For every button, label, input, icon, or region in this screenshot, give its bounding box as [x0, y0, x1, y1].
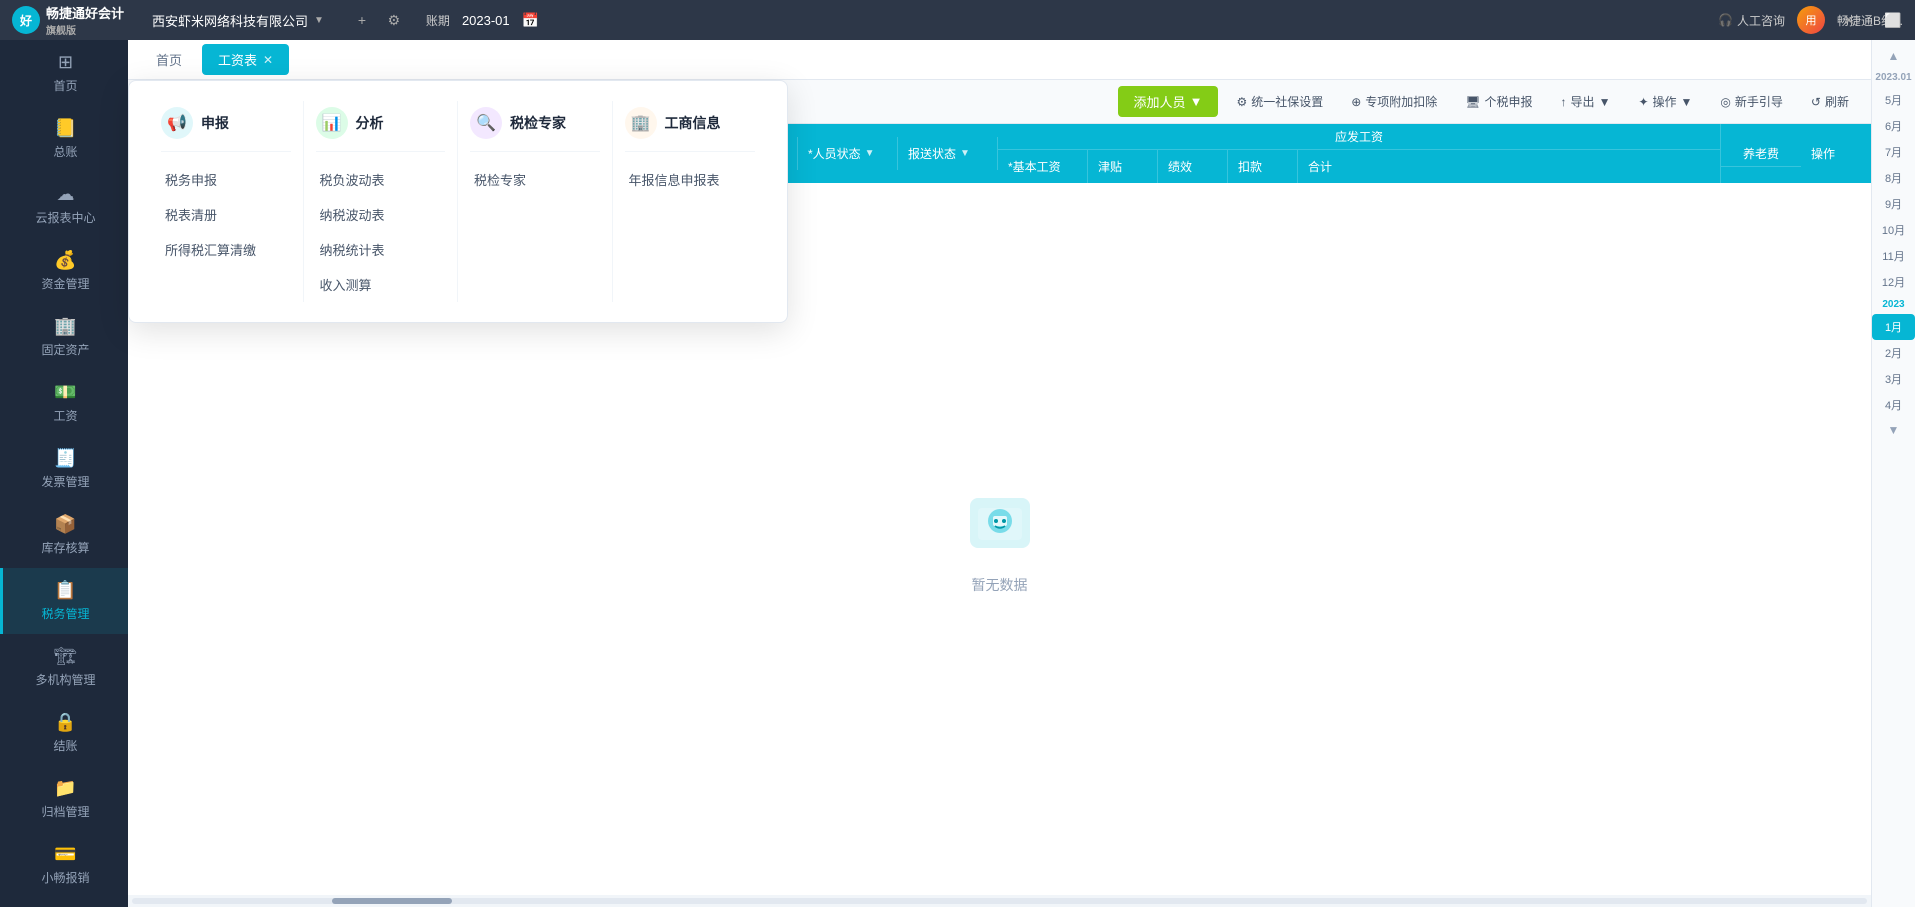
period-value: 2023-01: [462, 13, 510, 28]
tax-stat-item[interactable]: 纳税统计表: [316, 232, 446, 267]
tax-flow-item[interactable]: 纳税波动表: [316, 197, 446, 232]
home-icon: ⊞: [58, 52, 73, 73]
service-button[interactable]: 🎧 人工咨询: [1718, 12, 1785, 29]
app-version: 旗舰版: [46, 22, 124, 37]
ledger-icon: 📒: [54, 118, 76, 139]
analysis-section-title: 分析: [356, 113, 384, 133]
company-selector[interactable]: 西安虾米网络科技有限公司 ▼: [144, 7, 332, 34]
analysis-section-icon: 📊: [316, 107, 348, 139]
section-header-tax-expert: 🔍 税检专家: [470, 101, 600, 152]
sidebar-item-marketing-label: 小畅报销: [41, 869, 89, 886]
tax-form-item[interactable]: 税表清册: [161, 197, 291, 232]
sidebar-item-invoice-label: 发票管理: [41, 473, 89, 490]
sidebar-item-close-label: 结账: [53, 737, 77, 754]
sidebar-item-assets[interactable]: 🏢 固定资产: [0, 304, 128, 370]
sidebar-item-ledger-label: 总账: [53, 143, 77, 160]
tax-wave-item[interactable]: 税负波动表: [316, 162, 446, 197]
user-avatar[interactable]: 用: [1797, 6, 1825, 34]
sidebar-item-salary[interactable]: 💵 工资: [0, 370, 128, 436]
tax-expert-section-icon: 🔍: [470, 107, 502, 139]
sidebar-item-marketing[interactable]: 💳 小畅报销: [0, 832, 128, 898]
sidebar-item-tax[interactable]: 📋 税务管理: [0, 568, 128, 634]
sidebar-item-multi-label: 多机构管理: [35, 671, 95, 688]
sidebar-item-fund-label: 资金管理: [41, 275, 89, 292]
sidebar-item-archive-label: 归档管理: [41, 803, 89, 820]
logo-area: 好 畅捷通好会计 旗舰版: [12, 3, 132, 37]
business-section-title: 工商信息: [665, 113, 721, 133]
assets-icon: 🏢: [54, 316, 76, 337]
section-header-business: 🏢 工商信息: [625, 101, 756, 152]
sidebar-item-archive[interactable]: 📁 归档管理: [0, 766, 128, 832]
sidebar-item-tax-label: 税务管理: [41, 605, 89, 622]
sidebar-item-salary-label: 工资: [53, 407, 77, 424]
dropdown-section-report: 📢 申报 税务申报 税表清册 所得税汇算清缴: [149, 101, 304, 302]
maximize-button[interactable]: ⬜: [1871, 0, 1915, 40]
income-calc-item[interactable]: 收入测算: [316, 267, 446, 302]
sidebar-item-ledger[interactable]: 📒 总账: [0, 106, 128, 172]
inventory-icon: 📦: [54, 514, 76, 535]
section-header-analysis: 📊 分析: [316, 101, 446, 152]
salary-icon: 💵: [54, 382, 76, 403]
headset-icon: 🎧: [1718, 13, 1733, 27]
annual-report-item[interactable]: 年报信息申报表: [625, 162, 756, 197]
tax-icon: 📋: [54, 580, 76, 601]
sidebar-item-assets-label: 固定资产: [41, 341, 89, 358]
sidebar-item-basic[interactable]: ⚙ 基础设置: [0, 898, 128, 907]
sidebar-item-multi[interactable]: 🏗 多机构管理: [0, 634, 128, 700]
sidebar-item-home-label: 首页: [53, 77, 77, 94]
report-section-title: 申报: [201, 113, 229, 133]
sidebar-item-cloud[interactable]: ☁ 云报表中心: [0, 172, 128, 238]
sidebar-item-fund[interactable]: 💰 资金管理: [0, 238, 128, 304]
sidebar-item-inventory-label: 库存核算: [41, 539, 89, 556]
app-title: 畅捷通好会计: [46, 3, 124, 22]
sidebar-item-inventory[interactable]: 📦 库存核算: [0, 502, 128, 568]
fund-icon: 💰: [54, 250, 76, 271]
cloud-icon: ☁: [57, 184, 75, 205]
settings-icon[interactable]: ⚙: [382, 8, 406, 32]
company-name: 西安虾米网络科技有限公司: [152, 11, 308, 30]
multi-icon: 🏗: [54, 646, 77, 667]
add-company-icon[interactable]: +: [350, 8, 374, 32]
tax-expert-section-title: 税检专家: [510, 113, 566, 133]
sidebar-item-close[interactable]: 🔒 结账: [0, 700, 128, 766]
close-books-icon: 🔒: [54, 712, 76, 733]
service-label: 人工咨询: [1737, 12, 1785, 29]
calendar-icon[interactable]: 📅: [522, 12, 539, 29]
period-label: 账期: [426, 12, 450, 29]
income-tax-clear-item[interactable]: 所得税汇算清缴: [161, 232, 291, 267]
archive-icon: 📁: [54, 778, 76, 799]
marketing-icon: 💳: [54, 844, 76, 865]
report-section-icon: 📢: [161, 107, 193, 139]
win-controls: ✕ ⬜: [1827, 0, 1915, 40]
sidebar: ⊞ 首页 📒 总账 ☁ 云报表中心 💰 资金管理 🏢 固定资产 💵 工资 🧾 发…: [0, 40, 128, 907]
dropdown-section-tax-expert: 🔍 税检专家 税检专家: [458, 101, 613, 302]
section-header-report: 📢 申报: [161, 101, 291, 152]
dropdown-menu: 📢 申报 税务申报 税表清册 所得税汇算清缴 📊 分析 税负波动表 纳税波动表 …: [128, 80, 788, 323]
sidebar-item-home[interactable]: ⊞ 首页: [0, 40, 128, 106]
dropdown-section-business: 🏢 工商信息 年报信息申报表: [613, 101, 768, 302]
expert-item[interactable]: 税检专家: [470, 162, 600, 197]
tax-report-item[interactable]: 税务申报: [161, 162, 291, 197]
sidebar-item-invoice[interactable]: 🧾 发票管理: [0, 436, 128, 502]
sidebar-item-cloud-label: 云报表中心: [35, 209, 95, 226]
logo-icon: 好: [12, 6, 40, 34]
top-icons: + ⚙: [350, 8, 406, 32]
dropdown-section-analysis: 📊 分析 税负波动表 纳税波动表 纳税统计表 收入测算: [304, 101, 459, 302]
top-bar: 好 畅捷通好会计 旗舰版 西安虾米网络科技有限公司 ▼ + ⚙ 账期 2023-…: [0, 0, 1915, 40]
close-button[interactable]: ✕: [1827, 0, 1871, 40]
invoice-icon: 🧾: [54, 448, 76, 469]
business-section-icon: 🏢: [625, 107, 657, 139]
company-dropdown-icon: ▼: [314, 15, 324, 26]
